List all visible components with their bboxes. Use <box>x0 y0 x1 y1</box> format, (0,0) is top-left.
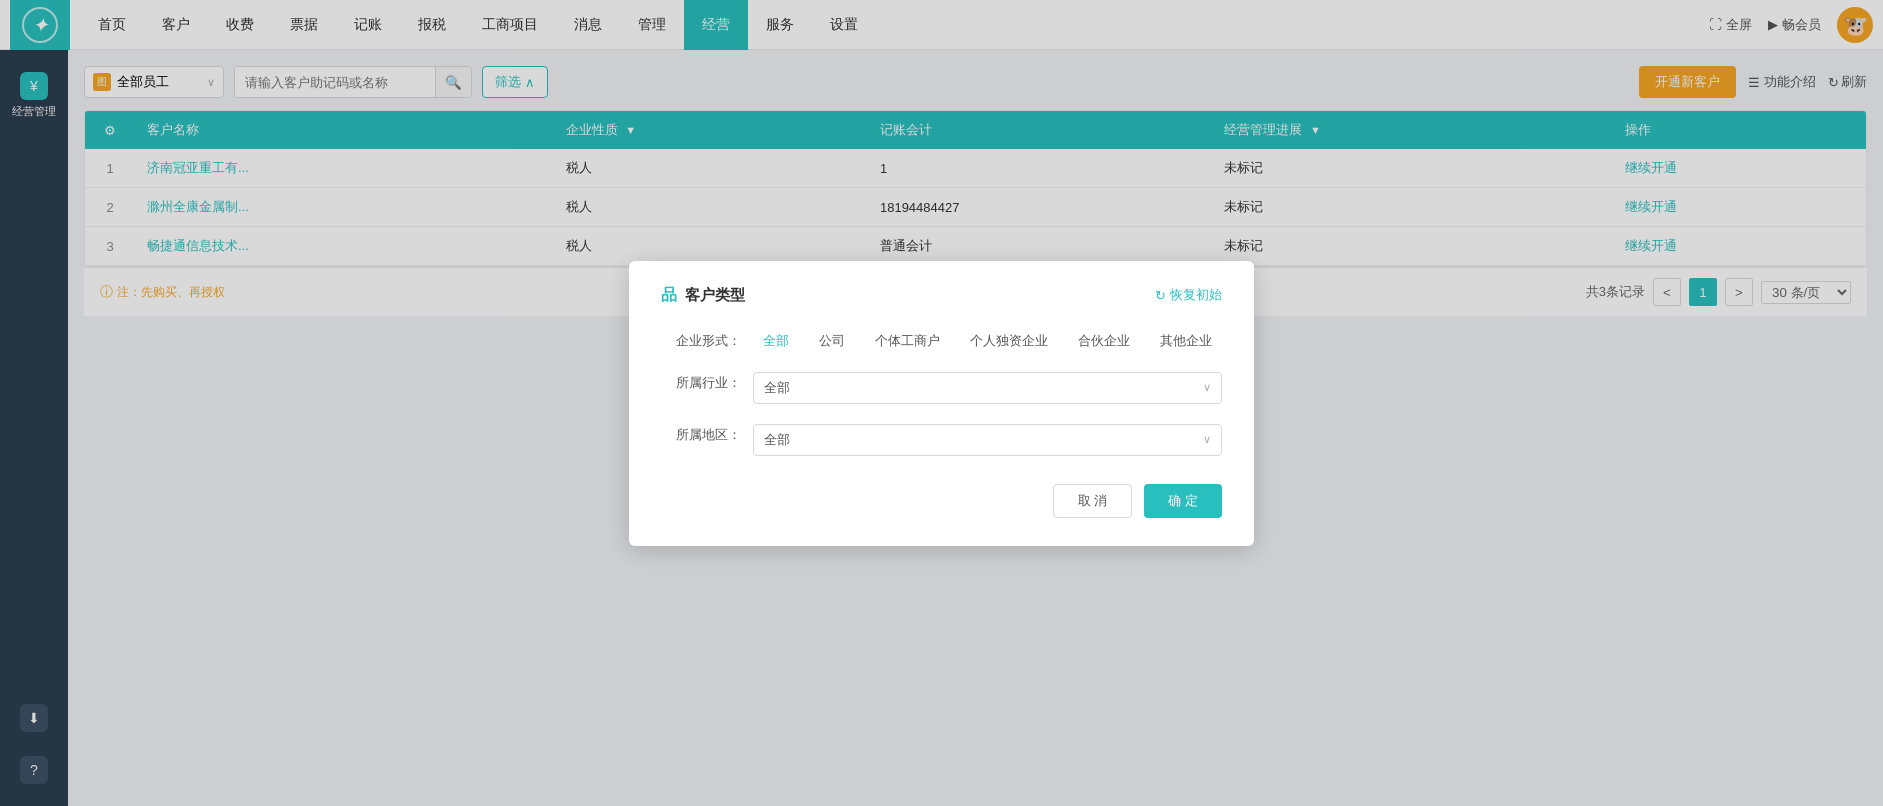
industry-chevron-icon: ∨ <box>1203 381 1211 394</box>
enterprise-option-全部[interactable]: 全部 <box>753 330 799 352</box>
region-select[interactable]: 全部 ∨ <box>753 424 1222 456</box>
enterprise-option-公司[interactable]: 公司 <box>809 330 855 352</box>
dialog-title-icon: 品 <box>661 285 677 306</box>
enterprise-option-个体工商户[interactable]: 个体工商户 <box>865 330 950 352</box>
industry-value: 全部 <box>764 379 790 397</box>
enterprise-form-row: 企业形式： 全部公司个体工商户个人独资企业合伙企业其他企业 <box>661 330 1222 352</box>
customer-type-dialog: 品 客户类型 ↻ 恢复初始 企业形式： 全部公司个体工商户个人独资企业合伙企业其… <box>629 261 1254 546</box>
dialog-title-text: 客户类型 <box>685 286 745 305</box>
industry-select[interactable]: 全部 ∨ <box>753 372 1222 404</box>
cancel-button[interactable]: 取 消 <box>1053 484 1133 518</box>
enterprise-options: 全部公司个体工商户个人独资企业合伙企业其他企业 <box>753 330 1222 352</box>
dialog-footer: 取 消 确 定 <box>661 484 1222 518</box>
region-chevron-icon: ∨ <box>1203 433 1211 446</box>
region-value: 全部 <box>764 431 790 449</box>
enterprise-label: 企业形式： <box>661 330 741 350</box>
enterprise-option-合伙企业[interactable]: 合伙企业 <box>1068 330 1140 352</box>
enterprise-option-个人独资企业[interactable]: 个人独资企业 <box>960 330 1058 352</box>
confirm-button[interactable]: 确 定 <box>1144 484 1222 518</box>
region-label: 所属地区： <box>661 424 741 444</box>
industry-form-row: 所属行业： 全部 ∨ <box>661 372 1222 404</box>
dialog-header: 品 客户类型 ↻ 恢复初始 <box>661 285 1222 306</box>
enterprise-option-其他企业[interactable]: 其他企业 <box>1150 330 1222 352</box>
reset-icon: ↻ <box>1155 288 1166 303</box>
region-form-row: 所属地区： 全部 ∨ <box>661 424 1222 456</box>
reset-label: 恢复初始 <box>1170 286 1222 304</box>
dialog-reset-button[interactable]: ↻ 恢复初始 <box>1155 286 1222 304</box>
dialog-title: 品 客户类型 <box>661 285 745 306</box>
modal-overlay[interactable]: 品 客户类型 ↻ 恢复初始 企业形式： 全部公司个体工商户个人独资企业合伙企业其… <box>0 0 1883 806</box>
industry-label: 所属行业： <box>661 372 741 392</box>
